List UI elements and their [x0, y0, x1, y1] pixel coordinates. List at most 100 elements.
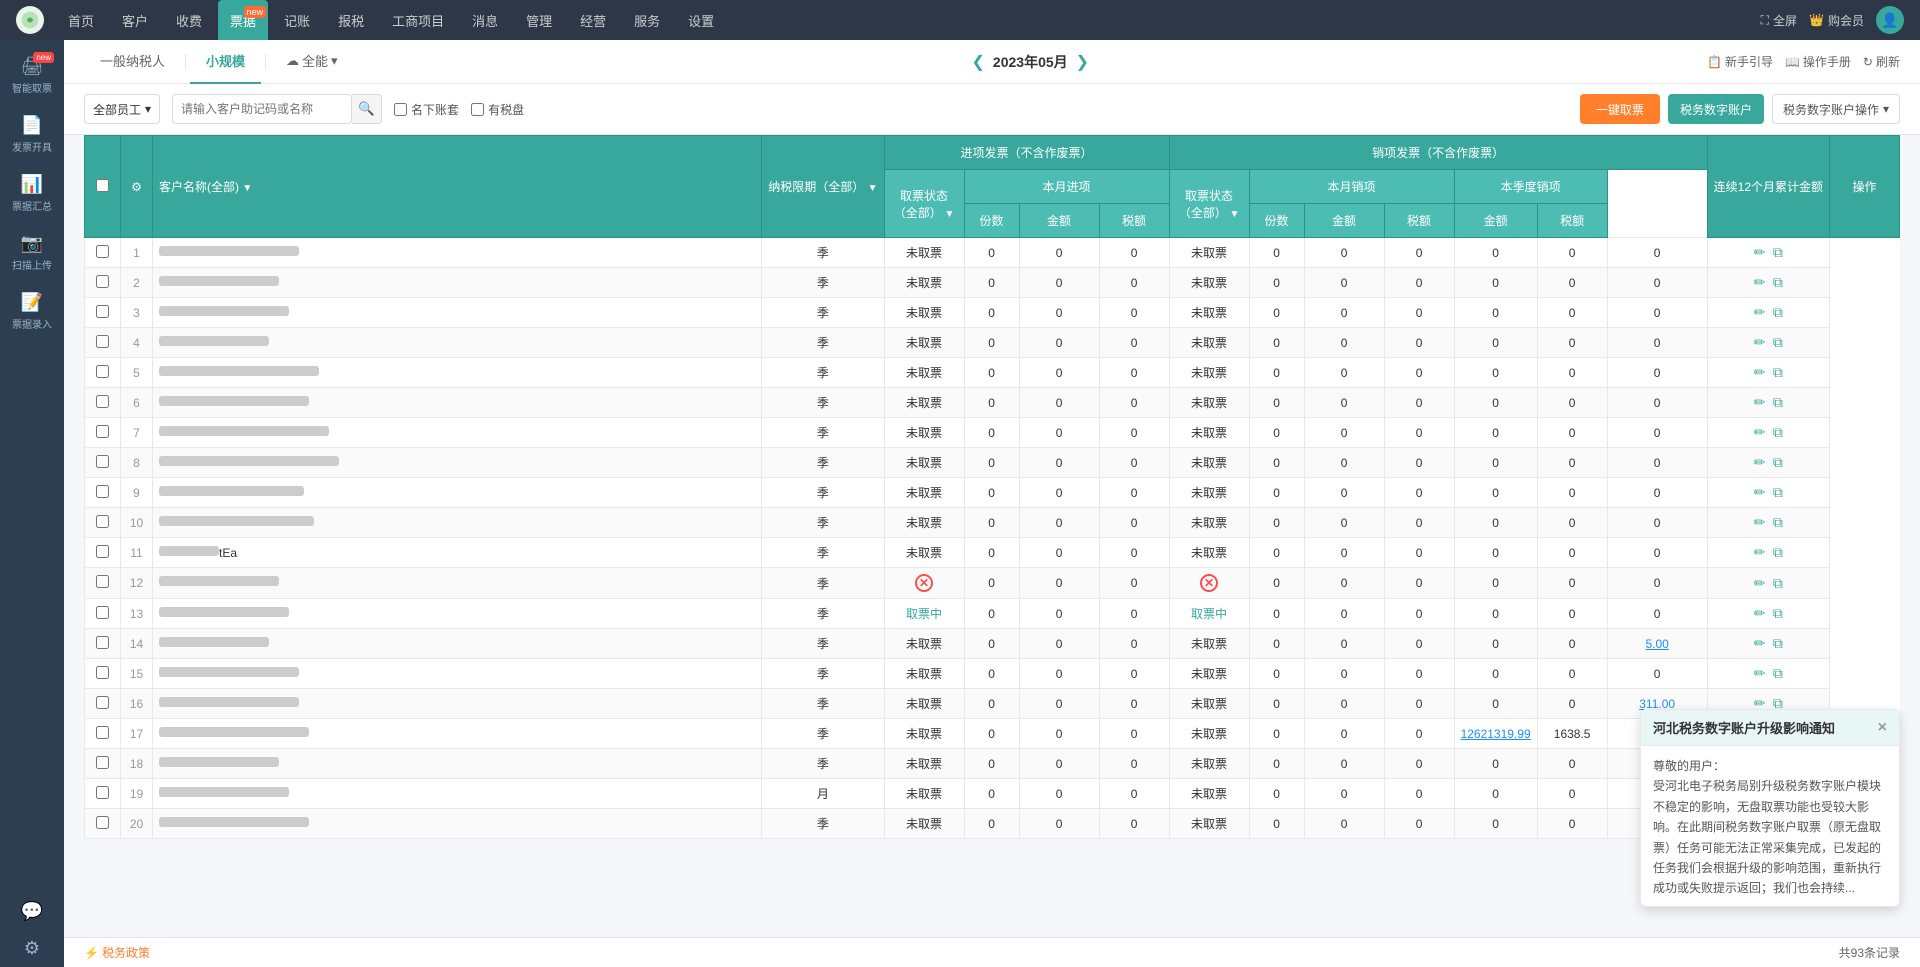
row-checkbox[interactable]	[96, 425, 109, 438]
edit-icon[interactable]: ✏	[1754, 304, 1766, 320]
copy-icon[interactable]: ⧉	[1773, 544, 1783, 560]
nav-billing[interactable]: 收费	[164, 0, 214, 40]
row-checkbox[interactable]	[96, 606, 109, 619]
copy-icon[interactable]: ⧉	[1773, 334, 1783, 350]
copy-icon[interactable]: ⧉	[1773, 575, 1783, 591]
nav-service[interactable]: 服务	[622, 0, 672, 40]
edit-icon[interactable]: ✏	[1754, 364, 1766, 380]
row-checkbox[interactable]	[96, 696, 109, 709]
edit-icon[interactable]: ✏	[1754, 575, 1766, 591]
edit-icon[interactable]: ✏	[1754, 394, 1766, 410]
sidebar-gear[interactable]: ⚙	[4, 930, 60, 967]
sidebar-item-smart-ticket[interactable]: 🖨 智能取票 new	[4, 48, 60, 103]
row-checkbox[interactable]	[96, 335, 109, 348]
edit-icon[interactable]: ✏	[1754, 514, 1766, 530]
row-checkbox[interactable]	[96, 305, 109, 318]
chat-icon: 💬	[21, 901, 43, 922]
client-name-cell	[153, 328, 762, 358]
row-checkbox[interactable]	[96, 455, 109, 468]
next-month-btn[interactable]: ❯	[1076, 52, 1089, 72]
copy-icon[interactable]: ⧉	[1773, 274, 1783, 290]
name-account-input[interactable]	[394, 103, 407, 116]
row-checkbox[interactable]	[96, 485, 109, 498]
copy-icon[interactable]: ⧉	[1773, 605, 1783, 621]
edit-icon[interactable]: ✏	[1754, 635, 1766, 651]
digital-account-btn[interactable]: 税务数字账户	[1668, 94, 1764, 124]
name-account-checkbox[interactable]: 名下账套	[394, 101, 459, 118]
prev-month-btn[interactable]: ❮	[972, 52, 985, 72]
copy-icon[interactable]: ⧉	[1773, 635, 1783, 651]
notification-close-btn[interactable]: ×	[1878, 719, 1887, 737]
member-btn[interactable]: 👑 购会员	[1809, 12, 1864, 29]
nav-business[interactable]: 工商项目	[380, 0, 456, 40]
edit-icon[interactable]: ✏	[1754, 334, 1766, 350]
row-checkbox[interactable]	[96, 636, 109, 649]
one-click-ticket-btn[interactable]: 一键取票	[1580, 94, 1660, 124]
guide-link[interactable]: 📋 新手引导	[1707, 53, 1773, 70]
search-input[interactable]	[172, 94, 352, 124]
edit-icon[interactable]: ✏	[1754, 544, 1766, 560]
nav-settings[interactable]: 设置	[676, 0, 726, 40]
copy-icon[interactable]: ⧉	[1773, 304, 1783, 320]
edit-icon[interactable]: ✏	[1754, 454, 1766, 470]
copy-icon[interactable]: ⧉	[1773, 484, 1783, 500]
sidebar-item-issue[interactable]: 📄 发票开具	[4, 107, 60, 162]
has-tax-disk-checkbox[interactable]: 有税盘	[471, 101, 524, 118]
nav-ops[interactable]: 经营	[568, 0, 618, 40]
refresh-link[interactable]: ↻ 刷新	[1863, 53, 1900, 70]
nav-invoice[interactable]: 票据 new	[218, 0, 268, 40]
row-checkbox[interactable]	[96, 365, 109, 378]
row-checkbox[interactable]	[96, 666, 109, 679]
user-avatar[interactable]: 👤	[1876, 6, 1904, 34]
nav-tax[interactable]: 报税	[326, 0, 376, 40]
row-checkbox[interactable]	[96, 515, 109, 528]
copy-icon[interactable]: ⧉	[1773, 394, 1783, 410]
row-checkbox[interactable]	[96, 575, 109, 588]
sidebar-item-summary[interactable]: 📊 票据汇总	[4, 166, 60, 221]
search-button[interactable]: 🔍	[352, 94, 382, 124]
tab-small-scale[interactable]: 小规模	[190, 40, 261, 84]
row-checkbox[interactable]	[96, 395, 109, 408]
nav-bookkeeping[interactable]: 记账	[272, 0, 322, 40]
edit-icon[interactable]: ✏	[1754, 244, 1766, 260]
row-checkbox[interactable]	[96, 756, 109, 769]
row-checkbox[interactable]	[96, 545, 109, 558]
nav-manage[interactable]: 管理	[514, 0, 564, 40]
sidebar-item-scan[interactable]: 📷 扫描上传	[4, 225, 60, 280]
select-all-checkbox[interactable]	[96, 179, 109, 192]
has-tax-disk-input[interactable]	[471, 103, 484, 116]
copy-icon[interactable]: ⧉	[1773, 424, 1783, 440]
edit-icon[interactable]: ✏	[1754, 274, 1766, 290]
nav-message[interactable]: 消息	[460, 0, 510, 40]
copy-icon[interactable]: ⧉	[1773, 454, 1783, 470]
sidebar-item-entry[interactable]: 📝 票据录入	[4, 284, 60, 339]
tax-policy-link[interactable]: ⚡ 税务政策	[84, 944, 150, 961]
client-name-cell	[153, 749, 762, 779]
copy-icon[interactable]: ⧉	[1773, 364, 1783, 380]
nav-home[interactable]: 首页	[56, 0, 106, 40]
row-checkbox[interactable]	[96, 726, 109, 739]
fullscreen-btn[interactable]: ⛶ 全屏	[1761, 12, 1797, 29]
edit-icon[interactable]: ✏	[1754, 484, 1766, 500]
edit-icon[interactable]: ✏	[1754, 665, 1766, 681]
sidebar-chat[interactable]: 💬	[4, 893, 60, 930]
employee-select[interactable]: 全部员工 ▾	[84, 94, 160, 124]
nav-client[interactable]: 客户	[110, 0, 160, 40]
manual-link[interactable]: 📖 操作手册	[1785, 53, 1851, 70]
sidebar-label-issue: 发票开具	[12, 139, 52, 154]
edit-icon[interactable]: ✏	[1754, 424, 1766, 440]
row-checkbox[interactable]	[96, 245, 109, 258]
tab-full[interactable]: ☁ 全能 ▾	[270, 40, 354, 84]
copy-icon[interactable]: ⧉	[1773, 244, 1783, 260]
tab-general-taxpayer[interactable]: 一般纳税人	[84, 40, 181, 84]
digital-account-op-btn[interactable]: 税务数字账户操作 ▾	[1772, 94, 1900, 124]
copy-icon[interactable]: ⧉	[1773, 665, 1783, 681]
quarter-amount-cell: 0	[1454, 749, 1537, 779]
copy-icon[interactable]: ⧉	[1773, 514, 1783, 530]
edit-icon[interactable]: ✏	[1754, 605, 1766, 621]
action-cell: ✏ ⧉	[1707, 508, 1829, 538]
row-checkbox[interactable]	[96, 275, 109, 288]
row-checkbox[interactable]	[96, 816, 109, 829]
table-row: 17 季未取票000未取票00012621319.991638.50 ✏ ⧉	[85, 719, 1900, 749]
row-checkbox[interactable]	[96, 786, 109, 799]
